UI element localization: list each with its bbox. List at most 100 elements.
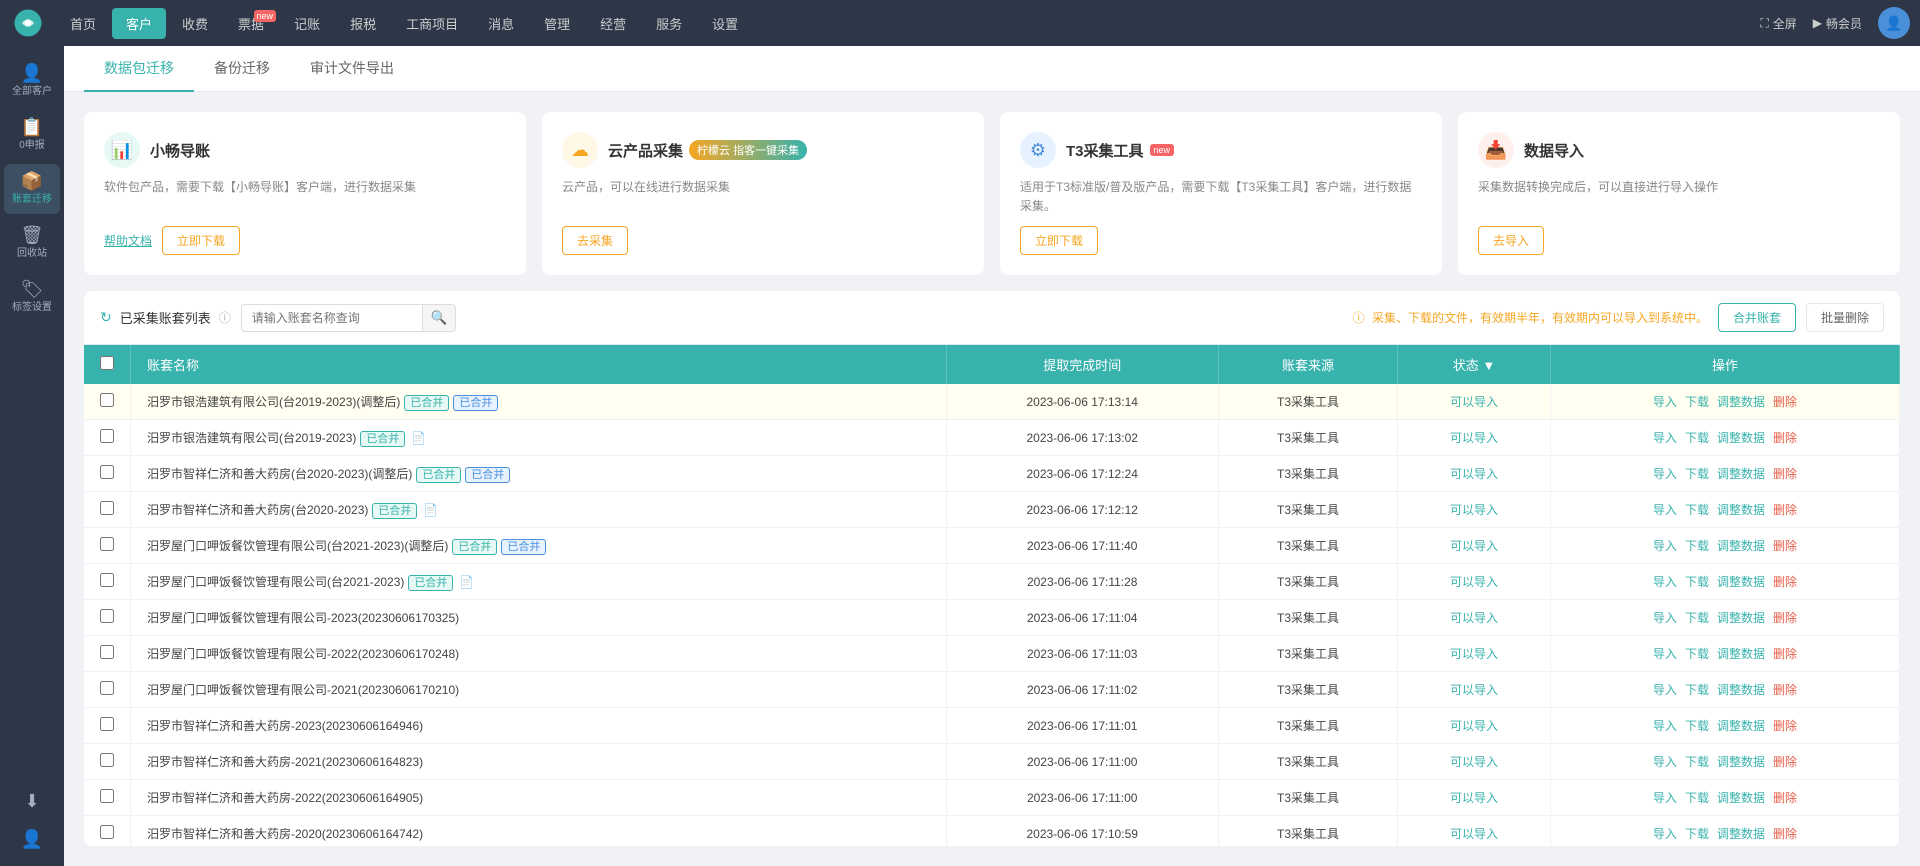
nav-item-管理[interactable]: 管理: [530, 8, 584, 39]
action-下载[interactable]: 下载: [1685, 611, 1709, 625]
row-checkbox[interactable]: [100, 465, 114, 479]
action-导入[interactable]: 导入: [1653, 755, 1677, 769]
action-删除[interactable]: 删除: [1773, 539, 1797, 553]
sidebar-item-2[interactable]: 📦账套迁移: [4, 164, 60, 214]
nav-item-首页[interactable]: 首页: [56, 8, 110, 39]
action-调整数据[interactable]: 调整数据: [1717, 755, 1765, 769]
select-all-checkbox[interactable]: [100, 356, 114, 370]
file-icon[interactable]: 📄: [423, 503, 438, 517]
action-导入[interactable]: 导入: [1653, 395, 1677, 409]
action-调整数据[interactable]: 调整数据: [1717, 683, 1765, 697]
action-调整数据[interactable]: 调整数据: [1717, 647, 1765, 661]
action-删除[interactable]: 删除: [1773, 647, 1797, 661]
nav-item-消息[interactable]: 消息: [474, 8, 528, 39]
row-checkbox[interactable]: [100, 501, 114, 515]
action-删除[interactable]: 删除: [1773, 719, 1797, 733]
nav-item-报税[interactable]: 报税: [336, 8, 390, 39]
nav-item-客户[interactable]: 客户: [112, 8, 166, 39]
sidebar-item-0[interactable]: 👤全部客户: [4, 56, 60, 106]
action-下载[interactable]: 下载: [1685, 791, 1709, 805]
member-btn[interactable]: ▶ 畅会员: [1813, 15, 1862, 32]
nav-item-经营[interactable]: 经营: [586, 8, 640, 39]
nav-item-票据[interactable]: 票据new: [224, 8, 278, 39]
action-删除[interactable]: 删除: [1773, 755, 1797, 769]
nav-item-服务[interactable]: 服务: [642, 8, 696, 39]
file-icon[interactable]: 📄: [459, 575, 474, 589]
action-导入[interactable]: 导入: [1653, 791, 1677, 805]
row-checkbox[interactable]: [100, 753, 114, 767]
logo[interactable]: [10, 5, 46, 41]
card-btn-xiaochangzhang[interactable]: 立即下载: [162, 226, 240, 255]
sidebar-item-1[interactable]: 📋0申报: [4, 110, 60, 160]
action-删除[interactable]: 删除: [1773, 827, 1797, 841]
action-下载[interactable]: 下载: [1685, 431, 1709, 445]
card-btn-import[interactable]: 去导入: [1478, 226, 1544, 255]
row-checkbox[interactable]: [100, 609, 114, 623]
refresh-icon[interactable]: ↻: [100, 309, 112, 326]
file-icon[interactable]: 📄: [411, 431, 426, 445]
action-删除[interactable]: 删除: [1773, 611, 1797, 625]
row-checkbox[interactable]: [100, 537, 114, 551]
action-下载[interactable]: 下载: [1685, 647, 1709, 661]
action-删除[interactable]: 删除: [1773, 575, 1797, 589]
action-下载[interactable]: 下载: [1685, 827, 1709, 841]
batch-delete-button[interactable]: 批量删除: [1806, 303, 1884, 332]
card-link[interactable]: 帮助文档: [104, 232, 152, 249]
action-导入[interactable]: 导入: [1653, 503, 1677, 517]
action-调整数据[interactable]: 调整数据: [1717, 503, 1765, 517]
avatar[interactable]: 👤: [1878, 7, 1910, 39]
action-下载[interactable]: 下载: [1685, 395, 1709, 409]
action-下载[interactable]: 下载: [1685, 539, 1709, 553]
action-调整数据[interactable]: 调整数据: [1717, 431, 1765, 445]
action-导入[interactable]: 导入: [1653, 719, 1677, 733]
action-下载[interactable]: 下载: [1685, 467, 1709, 481]
action-删除[interactable]: 删除: [1773, 683, 1797, 697]
row-checkbox[interactable]: [100, 573, 114, 587]
tab-item-0[interactable]: 数据包迁移: [84, 46, 194, 92]
action-调整数据[interactable]: 调整数据: [1717, 467, 1765, 481]
action-导入[interactable]: 导入: [1653, 431, 1677, 445]
action-导入[interactable]: 导入: [1653, 575, 1677, 589]
row-checkbox[interactable]: [100, 645, 114, 659]
action-导入[interactable]: 导入: [1653, 683, 1677, 697]
nav-item-收费[interactable]: 收费: [168, 8, 222, 39]
merge-button[interactable]: 合并账套: [1718, 303, 1796, 332]
action-删除[interactable]: 删除: [1773, 395, 1797, 409]
action-调整数据[interactable]: 调整数据: [1717, 827, 1765, 841]
row-checkbox[interactable]: [100, 717, 114, 731]
row-checkbox[interactable]: [100, 825, 114, 839]
action-下载[interactable]: 下载: [1685, 683, 1709, 697]
search-input[interactable]: [242, 306, 422, 330]
nav-item-设置[interactable]: 设置: [698, 8, 752, 39]
sidebar-item-4[interactable]: 🏷标签设置: [4, 272, 60, 322]
action-导入[interactable]: 导入: [1653, 539, 1677, 553]
action-下载[interactable]: 下载: [1685, 575, 1709, 589]
action-删除[interactable]: 删除: [1773, 431, 1797, 445]
nav-item-工商项目[interactable]: 工商项目: [392, 8, 472, 39]
action-删除[interactable]: 删除: [1773, 791, 1797, 805]
nav-item-记账[interactable]: 记账: [280, 8, 334, 39]
action-下载[interactable]: 下载: [1685, 719, 1709, 733]
action-调整数据[interactable]: 调整数据: [1717, 719, 1765, 733]
tab-item-1[interactable]: 备份迁移: [194, 46, 290, 92]
action-调整数据[interactable]: 调整数据: [1717, 575, 1765, 589]
tab-item-2[interactable]: 审计文件导出: [290, 46, 414, 92]
action-导入[interactable]: 导入: [1653, 647, 1677, 661]
search-button[interactable]: 🔍: [422, 305, 456, 331]
action-下载[interactable]: 下载: [1685, 755, 1709, 769]
sidebar-item-3[interactable]: 🗑回收站: [4, 218, 60, 268]
row-checkbox[interactable]: [100, 393, 114, 407]
action-删除[interactable]: 删除: [1773, 467, 1797, 481]
action-调整数据[interactable]: 调整数据: [1717, 539, 1765, 553]
action-调整数据[interactable]: 调整数据: [1717, 395, 1765, 409]
help-icon[interactable]: ⓘ: [219, 309, 231, 326]
row-checkbox[interactable]: [100, 789, 114, 803]
action-删除[interactable]: 删除: [1773, 503, 1797, 517]
row-checkbox[interactable]: [100, 681, 114, 695]
row-checkbox[interactable]: [100, 429, 114, 443]
action-下载[interactable]: 下载: [1685, 503, 1709, 517]
sidebar-bottom-item-1[interactable]: 👤: [4, 822, 60, 856]
fullscreen-btn[interactable]: ⛶ 全屏: [1760, 15, 1796, 32]
sidebar-bottom-item-0[interactable]: ⬇: [4, 784, 60, 818]
action-导入[interactable]: 导入: [1653, 467, 1677, 481]
